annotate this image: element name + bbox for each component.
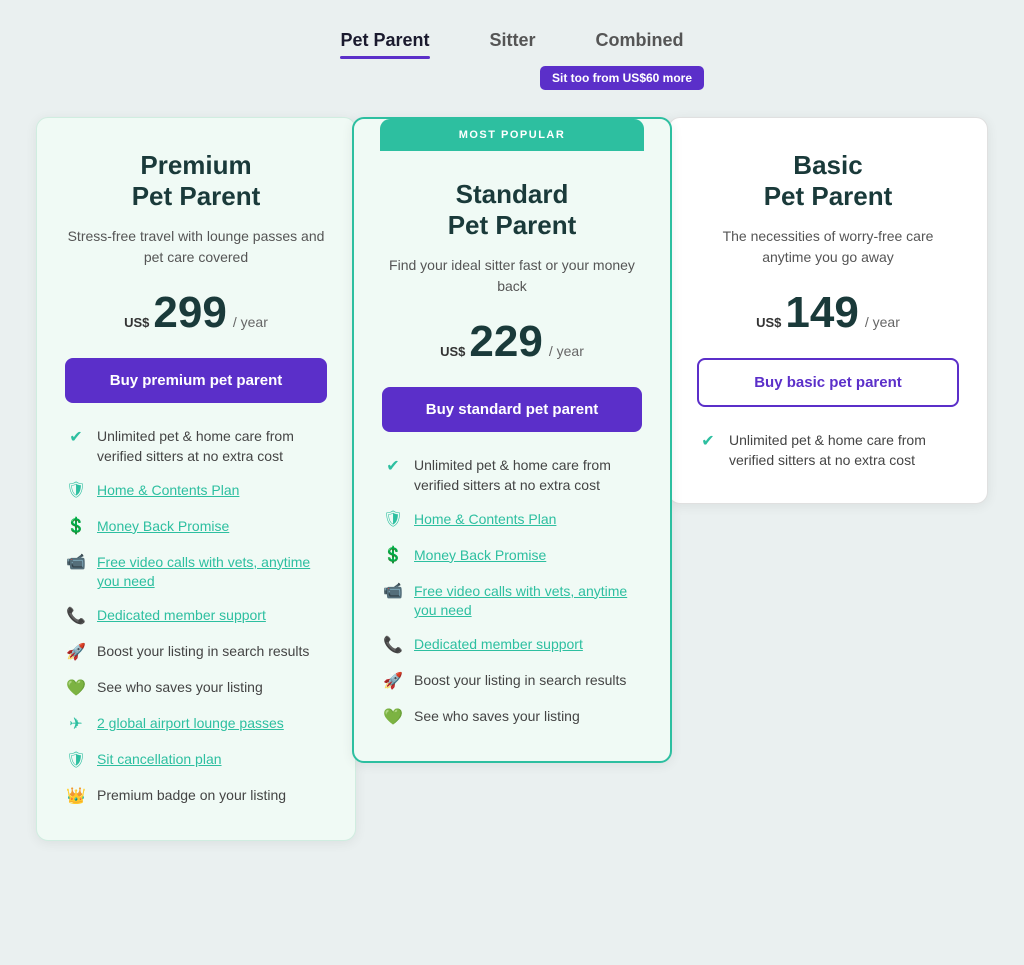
- feature-text: Unlimited pet & home care from verified …: [729, 431, 959, 470]
- money-icon: 💲: [382, 546, 404, 568]
- premium-price-row: US$ 299 / year: [65, 288, 327, 338]
- sit-cancellation-link[interactable]: Sit cancellation plan: [97, 750, 222, 770]
- basic-period: / year: [865, 314, 900, 330]
- list-item: ✔ Unlimited pet & home care from verifie…: [65, 427, 327, 466]
- premium-period: / year: [233, 314, 268, 330]
- feature-text: See who saves your listing: [414, 707, 580, 727]
- list-item: ✔ Unlimited pet & home care from verifie…: [697, 431, 959, 470]
- tab-sitter[interactable]: Sitter: [490, 30, 536, 59]
- standard-period: / year: [549, 343, 584, 359]
- standard-currency: US$: [440, 344, 465, 359]
- badge-icon: 👑: [65, 786, 87, 808]
- list-item: 🚀 Boost your listing in search results: [65, 642, 327, 664]
- list-item: 💲 Money Back Promise: [382, 546, 642, 568]
- money-icon: 💲: [65, 517, 87, 539]
- money-back-link-premium[interactable]: Money Back Promise: [97, 517, 229, 537]
- shield-icon: 🛡: [382, 510, 404, 532]
- list-item: 👑 Premium badge on your listing: [65, 786, 327, 808]
- plan-tabs: Pet Parent Sitter Combined: [20, 30, 1004, 59]
- list-item: 🚀 Boost your listing in search results: [382, 671, 642, 693]
- feature-text: Unlimited pet & home care from verified …: [414, 456, 642, 495]
- card-basic: Basic Pet Parent The necessities of worr…: [668, 117, 988, 504]
- home-contents-link-premium[interactable]: Home & Contents Plan: [97, 481, 239, 501]
- phone-icon: 📞: [65, 606, 87, 628]
- feature-text: Unlimited pet & home care from verified …: [97, 427, 327, 466]
- premium-currency: US$: [124, 315, 149, 330]
- feature-text: See who saves your listing: [97, 678, 263, 698]
- video-calls-link-standard[interactable]: Free video calls with vets, anytime you …: [414, 582, 642, 621]
- check-icon: ✔: [65, 427, 87, 449]
- card-premium: Premium Pet Parent Stress-free travel wi…: [36, 117, 356, 841]
- list-item: 💚 See who saves your listing: [65, 678, 327, 700]
- list-item: 💚 See who saves your listing: [382, 707, 642, 729]
- basic-price-row: US$ 149 / year: [697, 288, 959, 338]
- standard-price-row: US$ 229 / year: [382, 317, 642, 367]
- video-calls-link-premium[interactable]: Free video calls with vets, anytime you …: [97, 553, 327, 592]
- combined-badge-container: Sit too from US$60 more: [20, 69, 1004, 87]
- basic-description: The necessities of worry-free care anyti…: [697, 226, 959, 268]
- plane-icon: ✈: [65, 714, 87, 736]
- standard-features: ✔ Unlimited pet & home care from verifie…: [382, 456, 642, 728]
- shield-icon: 🛡: [65, 481, 87, 503]
- video-icon: 📹: [382, 582, 404, 604]
- tab-combined[interactable]: Combined: [596, 30, 684, 59]
- rocket-icon: 🚀: [65, 642, 87, 664]
- heart-icon: 💚: [65, 678, 87, 700]
- list-item: 💲 Money Back Promise: [65, 517, 327, 539]
- lounge-passes-link[interactable]: 2 global airport lounge passes: [97, 714, 284, 734]
- tab-pet-parent[interactable]: Pet Parent: [340, 30, 429, 59]
- member-support-link-standard[interactable]: Dedicated member support: [414, 635, 583, 655]
- basic-currency: US$: [756, 315, 781, 330]
- premium-description: Stress-free travel with lounge passes an…: [65, 226, 327, 268]
- check-icon: ✔: [382, 456, 404, 478]
- buy-standard-button[interactable]: Buy standard pet parent: [382, 387, 642, 432]
- basic-title: Basic Pet Parent: [697, 150, 959, 212]
- standard-amount: 229: [469, 317, 542, 367]
- list-item: 🛡 Home & Contents Plan: [382, 510, 642, 532]
- list-item: ✔ Unlimited pet & home care from verifie…: [382, 456, 642, 495]
- standard-description: Find your ideal sitter fast or your mone…: [382, 255, 642, 297]
- card-standard: MOST POPULAR Standard Pet Parent Find yo…: [352, 117, 672, 763]
- pricing-cards: Premium Pet Parent Stress-free travel wi…: [22, 117, 1002, 841]
- member-support-link-premium[interactable]: Dedicated member support: [97, 606, 266, 626]
- feature-text: Boost your listing in search results: [414, 671, 626, 691]
- cancel-icon: 🛡: [65, 750, 87, 772]
- rocket-icon: 🚀: [382, 671, 404, 693]
- premium-amount: 299: [153, 288, 226, 338]
- standard-title: Standard Pet Parent: [382, 179, 642, 241]
- list-item: 📞 Dedicated member support: [382, 635, 642, 657]
- list-item: ✈ 2 global airport lounge passes: [65, 714, 327, 736]
- list-item: 🛡 Sit cancellation plan: [65, 750, 327, 772]
- feature-text: Boost your listing in search results: [97, 642, 309, 662]
- most-popular-banner: MOST POPULAR: [380, 119, 644, 151]
- list-item: 📞 Dedicated member support: [65, 606, 327, 628]
- list-item: 🛡 Home & Contents Plan: [65, 481, 327, 503]
- phone-icon: 📞: [382, 635, 404, 657]
- basic-features: ✔ Unlimited pet & home care from verifie…: [697, 431, 959, 470]
- home-contents-link-standard[interactable]: Home & Contents Plan: [414, 510, 556, 530]
- feature-text: Premium badge on your listing: [97, 786, 286, 806]
- basic-amount: 149: [785, 288, 858, 338]
- money-back-link-standard[interactable]: Money Back Promise: [414, 546, 546, 566]
- video-icon: 📹: [65, 553, 87, 575]
- premium-features: ✔ Unlimited pet & home care from verifie…: [65, 427, 327, 807]
- combined-badge[interactable]: Sit too from US$60 more: [540, 66, 704, 90]
- buy-basic-button[interactable]: Buy basic pet parent: [697, 358, 959, 407]
- list-item: 📹 Free video calls with vets, anytime yo…: [65, 553, 327, 592]
- premium-title: Premium Pet Parent: [65, 150, 327, 212]
- heart-icon: 💚: [382, 707, 404, 729]
- buy-premium-button[interactable]: Buy premium pet parent: [65, 358, 327, 403]
- check-icon: ✔: [697, 431, 719, 453]
- list-item: 📹 Free video calls with vets, anytime yo…: [382, 582, 642, 621]
